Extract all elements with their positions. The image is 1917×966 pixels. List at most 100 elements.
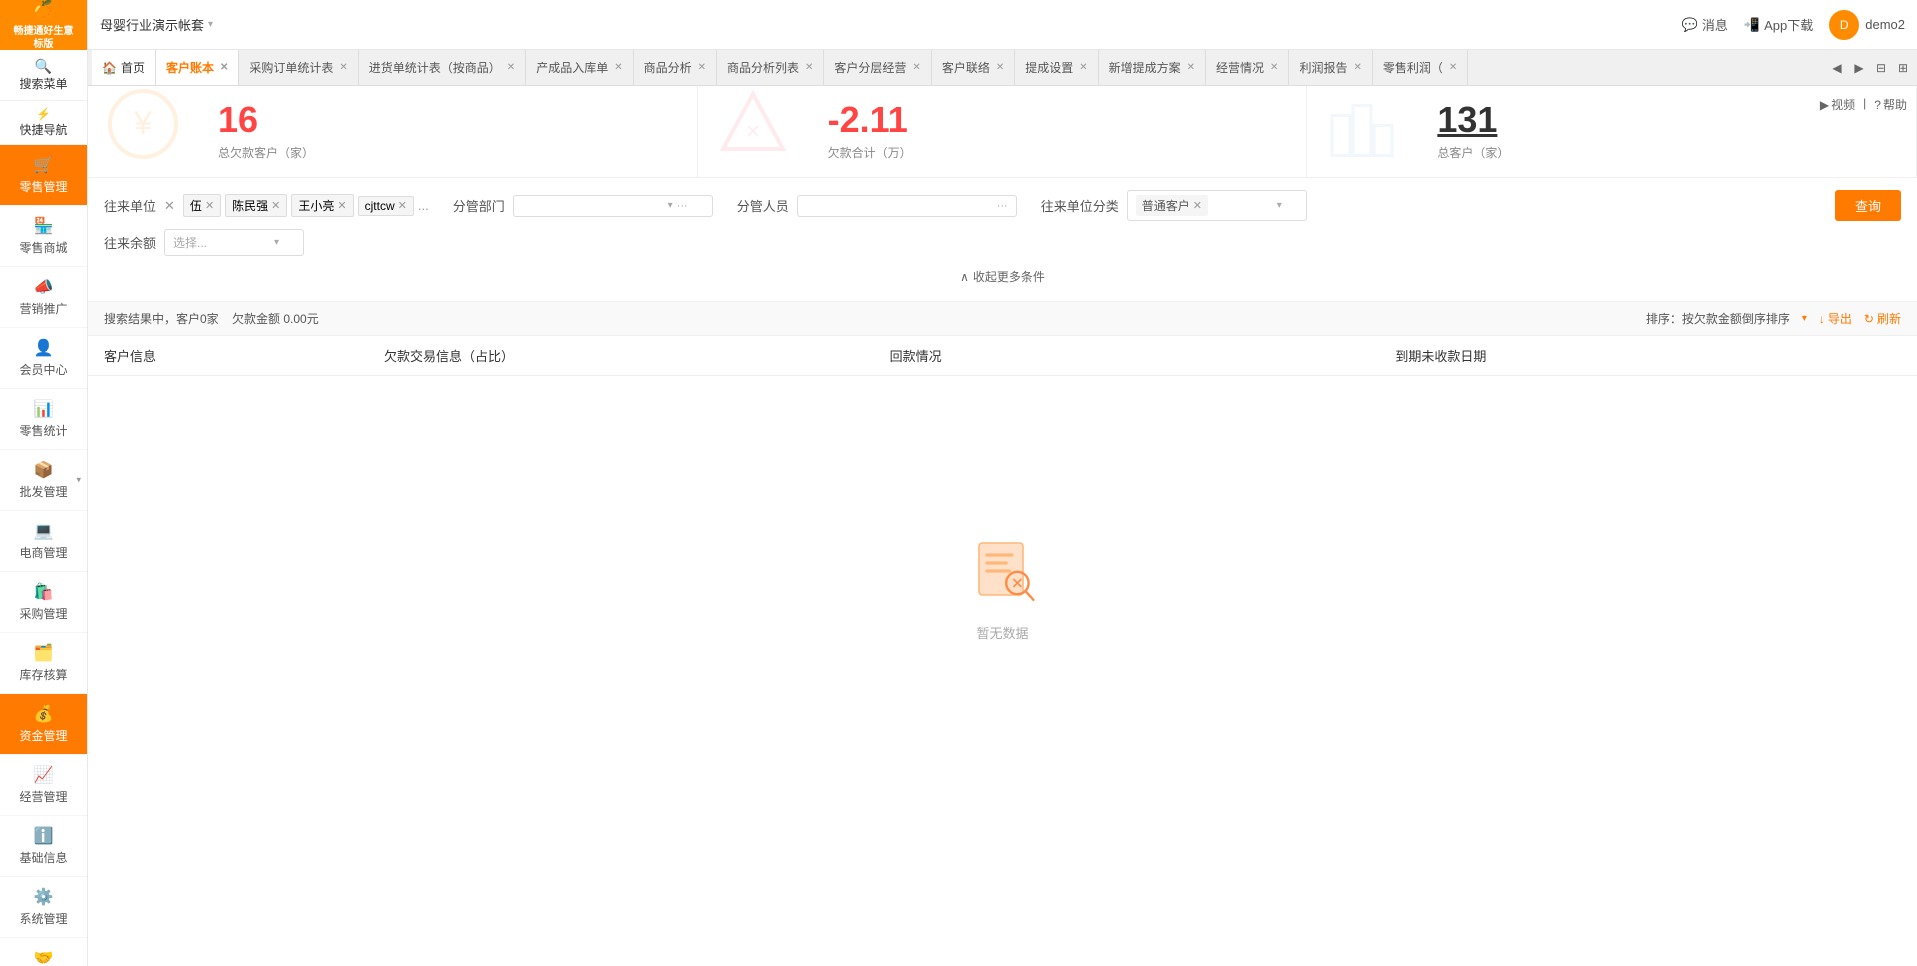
- col-debt-info: 欠款交易信息（占比）: [384, 346, 890, 365]
- search-menu[interactable]: 🔍 搜索菜单: [0, 50, 87, 101]
- tag-wang-close[interactable]: ✕: [337, 199, 346, 212]
- tab-product-analysis[interactable]: 商品分析 ✕: [634, 50, 717, 86]
- unit-class-tag-close[interactable]: ✕: [1193, 199, 1202, 212]
- stat1-bg-icon: ¥: [108, 89, 178, 159]
- tag-cjttcw-close[interactable]: ✕: [398, 199, 407, 212]
- tab-purchase-order-close[interactable]: ✕: [339, 62, 347, 73]
- refresh-label: 刷新: [1877, 310, 1901, 327]
- sidebar-item-member-center[interactable]: 👤 会员中心: [0, 328, 87, 389]
- tab-profit-report-close[interactable]: ✕: [1353, 62, 1361, 73]
- tab-customer-account[interactable]: 客户账本 ✕: [156, 50, 239, 86]
- sidebar-item-label-wholesale: 批发管理: [19, 483, 67, 500]
- sidebar-item-wholesale[interactable]: 📦 批发管理 ▾: [0, 450, 87, 511]
- collapse-button[interactable]: ∧ 收起更多条件: [948, 264, 1057, 289]
- export-btn[interactable]: ↓ 导出: [1819, 310, 1852, 327]
- tab-fullscreen-btn[interactable]: ⊞: [1893, 58, 1913, 78]
- refresh-btn[interactable]: ↻ 刷新: [1864, 310, 1901, 327]
- tab-inbound-stats-label: 进货单统计表（按商品）: [369, 59, 501, 76]
- help-btn[interactable]: ? 帮助: [1874, 96, 1907, 113]
- tab-customer-layer-close[interactable]: ✕: [912, 62, 920, 73]
- collapse-row: ∧ 收起更多条件: [104, 260, 1901, 289]
- tab-next-btn[interactable]: ▶: [1849, 58, 1869, 78]
- tab-retail-profit-close[interactable]: ✕: [1449, 62, 1457, 73]
- balance-arrow: ▾: [274, 237, 279, 248]
- sidebar-item-basic-info[interactable]: ℹ️ 基础信息: [0, 816, 87, 877]
- tab-customer-contact-close[interactable]: ✕: [996, 62, 1004, 73]
- tab-business-status[interactable]: 经营情况 ✕: [1206, 50, 1289, 86]
- export-icon: ↓: [1819, 312, 1825, 326]
- balance-select[interactable]: 选择... ▾: [164, 229, 304, 256]
- tag-chen-close[interactable]: ✕: [271, 199, 280, 212]
- tab-add-achievement[interactable]: 新增提成方案 ✕: [1099, 50, 1206, 86]
- username: demo2: [1865, 17, 1905, 32]
- table-body: 暂无数据: [88, 376, 1917, 776]
- tag-wu-close[interactable]: ✕: [205, 199, 214, 212]
- sidebar-item-label-mall: 零售商城: [19, 239, 67, 256]
- sidebar-item-inventory[interactable]: 🗂️ 库存核算: [0, 633, 87, 694]
- tab-product-inbound-close[interactable]: ✕: [614, 62, 622, 73]
- dept-select[interactable]: ▾ ···: [513, 195, 713, 217]
- stat-block-amount: × -2.11 欠款合计（万）: [698, 86, 1308, 177]
- dept-dropdown-arrow: ▾: [668, 200, 673, 211]
- tab-prev-btn[interactable]: ◀: [1827, 58, 1847, 78]
- tab-home[interactable]: 🏠 首页: [92, 50, 156, 86]
- sidebar-item-retail-mall[interactable]: 🏪 零售商城: [0, 206, 87, 267]
- sidebar-item-retail-stats[interactable]: 📊 零售统计: [0, 389, 87, 450]
- tab-customer-account-close[interactable]: ✕: [220, 62, 228, 73]
- tab-customer-layer-label: 客户分层经营: [834, 59, 906, 76]
- tab-product-analysis-list-close[interactable]: ✕: [805, 62, 813, 73]
- avatar-circle: D: [1829, 10, 1859, 40]
- sidebar-item-corp-collab[interactable]: 🤝 企业协同: [0, 938, 87, 966]
- sidebar-item-finance[interactable]: 💰 资金管理: [0, 694, 87, 755]
- sidebar-item-marketing[interactable]: 📣 营销推广: [0, 267, 87, 328]
- tab-reminder[interactable]: 提成设置 ✕: [1015, 50, 1098, 86]
- tab-customer-contact-label: 客户联络: [942, 59, 990, 76]
- filter-more-tags[interactable]: ...: [418, 198, 429, 213]
- person-input[interactable]: ···: [797, 195, 1017, 217]
- tab-add-achievement-close[interactable]: ✕: [1187, 62, 1195, 73]
- stat1-number: 16: [218, 102, 314, 138]
- tab-customer-layer[interactable]: 客户分层经营 ✕: [824, 50, 931, 86]
- stat3-bg-icon: [1327, 95, 1397, 165]
- video-label: 视频: [1831, 96, 1855, 113]
- tab-retail-profit[interactable]: 零售利润（ ✕: [1373, 50, 1468, 86]
- retail-stats-icon: 📊: [34, 399, 54, 419]
- tab-business-status-close[interactable]: ✕: [1270, 62, 1278, 73]
- unit-class-arrow: ▾: [1277, 200, 1282, 211]
- unit-clear-icon[interactable]: ✕: [164, 198, 175, 214]
- tab-product-analysis-list[interactable]: 商品分析列表 ✕: [717, 50, 824, 86]
- user-avatar[interactable]: D demo2: [1829, 10, 1905, 40]
- tab-inbound-stats[interactable]: 进货单统计表（按商品） ✕: [359, 50, 526, 86]
- video-help-btn[interactable]: ▶ 视频: [1820, 96, 1855, 113]
- filter-row-1: 往来单位 ✕ 伍 ✕ 陈民强 ✕ 王小亮 ✕: [104, 190, 1901, 221]
- tab-expand-btn[interactable]: ⊟: [1871, 58, 1891, 78]
- tab-inbound-close[interactable]: ✕: [507, 62, 515, 73]
- retail-mgmt-icon: 🛒: [34, 155, 54, 175]
- retail-mall-icon: 🏪: [34, 216, 54, 236]
- message-btn[interactable]: 💬 消息: [1682, 15, 1728, 34]
- query-button[interactable]: 查询: [1835, 190, 1901, 221]
- tab-customer-contact[interactable]: 客户联络 ✕: [932, 50, 1015, 86]
- sidebar-item-operations[interactable]: 📈 经营管理: [0, 755, 87, 816]
- stat2-label: 欠款合计（万）: [828, 144, 912, 161]
- filter-tag-wu: 伍 ✕: [183, 194, 221, 217]
- tab-product-inbound[interactable]: 产成品入库单 ✕: [526, 50, 633, 86]
- sidebar-item-label-finance: 资金管理: [19, 727, 67, 744]
- logo-text-line1: 畅捷通好生意: [14, 25, 74, 38]
- app-download-btn[interactable]: 📲 App下载: [1744, 15, 1813, 34]
- empty-illustration: [963, 531, 1043, 611]
- tab-reminder-close[interactable]: ✕: [1079, 62, 1087, 73]
- filter-tag-cjttcw: cjttcw ✕: [358, 196, 414, 216]
- sidebar-item-system[interactable]: ⚙️ 系统管理: [0, 877, 87, 938]
- quick-nav[interactable]: ⚡ 快捷导航: [0, 101, 87, 145]
- unit-class-select[interactable]: 普通客户 ✕ ▾: [1127, 190, 1307, 221]
- sidebar-item-ecommerce[interactable]: 💻 电商管理: [0, 511, 87, 572]
- tab-product-analysis-label: 商品分析: [644, 59, 692, 76]
- sidebar-item-retail-mgmt[interactable]: 🛒 零售管理: [0, 145, 87, 206]
- tab-purchase-order[interactable]: 采购订单统计表 ✕: [239, 50, 358, 86]
- tab-profit-report[interactable]: 利润报告 ✕: [1289, 50, 1372, 86]
- help-label: 帮助: [1883, 96, 1907, 113]
- tab-product-analysis-close[interactable]: ✕: [698, 62, 706, 73]
- sidebar-item-purchase[interactable]: 🛍️ 采购管理: [0, 572, 87, 633]
- account-selector[interactable]: 母婴行业演示帐套 ▾: [100, 15, 213, 34]
